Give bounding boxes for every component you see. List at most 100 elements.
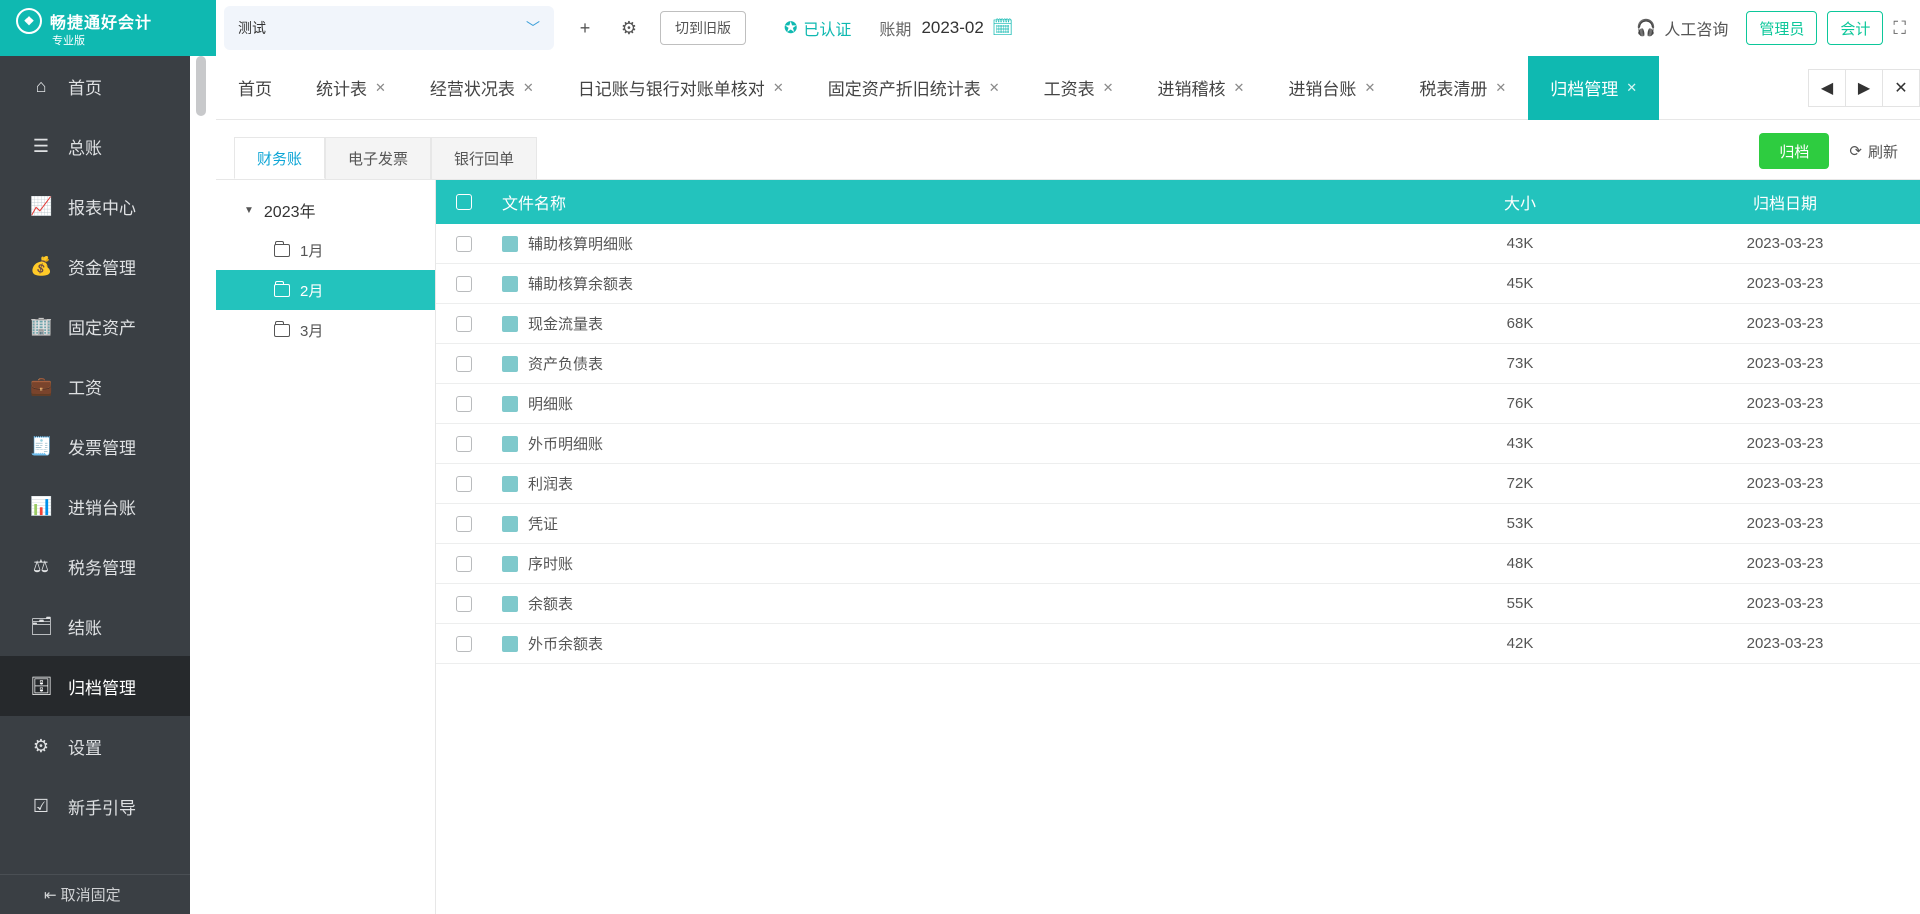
table-row[interactable]: 凭证53K2023-03-23 [436,504,1920,544]
row-checkbox[interactable] [456,316,472,332]
tab-9[interactable]: 归档管理 ✕ [1528,56,1659,120]
close-icon[interactable]: ✕ [1626,80,1637,96]
close-icon[interactable]: ✕ [375,80,386,96]
sidebar-pin-toggle[interactable]: ⇤ 取消固定 [0,874,190,914]
close-icon[interactable]: ✕ [1495,80,1506,96]
table-row[interactable]: 辅助核算明细账43K2023-03-23 [436,224,1920,264]
table-row[interactable]: 外币余额表42K2023-03-23 [436,624,1920,664]
row-checkbox[interactable] [456,516,472,532]
sidebar-item-0[interactable]: ⌂首页 [0,56,190,116]
tab-label: 统计表 [316,75,367,100]
tree-year-node[interactable]: ▼ 2023年 [216,190,435,230]
row-checkbox[interactable] [456,356,472,372]
table-row[interactable]: 辅助核算余额表45K2023-03-23 [436,264,1920,304]
row-checkbox[interactable] [456,636,472,652]
sidebar-item-1[interactable]: ☰总账 [0,116,190,176]
table-row[interactable]: 资产负债表73K2023-03-23 [436,344,1920,384]
tree-month-0[interactable]: 1月 [216,230,435,270]
col-date: 归档日期 [1650,190,1920,214]
table-row[interactable]: 利润表72K2023-03-23 [436,464,1920,504]
folder-tree: ▼ 2023年 1月2月3月 [216,180,436,914]
row-checkbox[interactable] [456,596,472,612]
subtab-1[interactable]: 电子发票 [325,137,431,179]
tab-label: 日记账与银行对账单核对 [578,75,765,100]
tab-prev-button[interactable]: ◀ [1808,69,1846,107]
refresh-button[interactable]: ⟳ 刷新 [1849,141,1898,162]
sidebar-scrollbar[interactable] [190,56,216,116]
sidebar-item-7[interactable]: 📊进销台账 [0,476,190,536]
settings-icon[interactable]: ⚙ [616,15,642,41]
company-selector[interactable]: 测试 ﹀ [224,6,554,50]
folder-icon [274,244,290,257]
table-row[interactable]: 外币明细账43K2023-03-23 [436,424,1920,464]
file-icon [502,276,518,292]
close-icon[interactable]: ✕ [773,80,784,96]
file-name: 辅助核算余额表 [528,273,633,294]
tab-5[interactable]: 工资表✕ [1022,56,1136,120]
close-icon[interactable]: ✕ [1103,80,1114,96]
tab-8[interactable]: 税表清册✕ [1397,56,1528,120]
close-icon[interactable]: ✕ [523,80,534,96]
fullscreen-icon[interactable]: ⛶ [1893,18,1906,39]
file-size: 53K [1390,515,1650,532]
role-admin-badge[interactable]: 管理员 [1746,11,1817,45]
sidebar-item-4[interactable]: 🏢固定资产 [0,296,190,356]
nav-label: 发票管理 [68,434,136,459]
sidebar-item-9[interactable]: 🗂结账 [0,596,190,656]
tab-label: 首页 [238,75,272,100]
file-date: 2023-03-23 [1650,355,1920,372]
tab-1[interactable]: 统计表 ✕ [294,56,408,120]
select-all-checkbox[interactable] [456,194,472,210]
archive-button[interactable]: 归档 [1759,133,1829,169]
tab-0[interactable]: 首页 [216,56,294,120]
subtab-2[interactable]: 银行回单 [431,137,537,179]
tab-4[interactable]: 固定资产折旧统计表✕ [806,56,1022,120]
chevron-down-icon: ﹀ [526,18,540,38]
sidebar-item-8[interactable]: ⚖税务管理 [0,536,190,596]
row-checkbox[interactable] [456,476,472,492]
subtab-0[interactable]: 财务账 [234,137,325,179]
sidebar-item-3[interactable]: 💰资金管理 [0,236,190,296]
table-row[interactable]: 明细账76K2023-03-23 [436,384,1920,424]
table-row[interactable]: 序时账48K2023-03-23 [436,544,1920,584]
tab-next-button[interactable]: ▶ [1845,69,1883,107]
table-row[interactable]: 余额表55K2023-03-23 [436,584,1920,624]
sidebar-item-5[interactable]: 💼工资 [0,356,190,416]
row-checkbox[interactable] [456,556,472,572]
tab-2[interactable]: 经营状况表✕ [408,56,556,120]
row-checkbox[interactable] [456,276,472,292]
nav-icon: ⌂ [30,76,52,97]
sidebar-item-10[interactable]: 🗄归档管理 [0,656,190,716]
row-checkbox[interactable] [456,236,472,252]
sidebar-item-6[interactable]: 🧾发票管理 [0,416,190,476]
tree-month-1[interactable]: 2月 [216,270,435,310]
tree-month-2[interactable]: 3月 [216,310,435,350]
nav-icon: 💰 [30,256,52,277]
close-icon[interactable]: ✕ [1364,80,1375,96]
file-date: 2023-03-23 [1650,435,1920,452]
switch-old-version-button[interactable]: 切到旧版 [660,11,746,45]
nav-icon: ⚖ [30,556,52,577]
file-name: 现金流量表 [528,313,603,334]
role-accountant-badge[interactable]: 会计 [1827,11,1883,45]
close-icon[interactable]: ✕ [1234,80,1245,96]
sidebar-item-11[interactable]: ⚙设置 [0,716,190,776]
file-date: 2023-03-23 [1650,475,1920,492]
tab-6[interactable]: 进销稽核✕ [1136,56,1267,120]
sidebar-item-2[interactable]: 📈报表中心 [0,176,190,236]
tab-3[interactable]: 日记账与银行对账单核对 ✕ [556,56,806,120]
file-date: 2023-03-23 [1650,515,1920,532]
add-button[interactable]: + [572,15,598,41]
tab-label: 归档管理 [1550,75,1618,100]
tab-close-button[interactable]: ✕ [1882,69,1920,107]
calendar-icon[interactable]: 🗓 [992,18,1014,38]
brand-bar: ❖ 畅捷通好会计 专业版 [0,0,216,56]
sidebar-item-12[interactable]: ☑新手引导 [0,776,190,836]
file-name: 明细账 [528,393,573,414]
support-link[interactable]: 🎧 人工咨询 [1636,16,1728,40]
close-icon[interactable]: ✕ [989,80,1000,96]
row-checkbox[interactable] [456,436,472,452]
table-row[interactable]: 现金流量表68K2023-03-23 [436,304,1920,344]
row-checkbox[interactable] [456,396,472,412]
tab-7[interactable]: 进销台账✕ [1266,56,1397,120]
